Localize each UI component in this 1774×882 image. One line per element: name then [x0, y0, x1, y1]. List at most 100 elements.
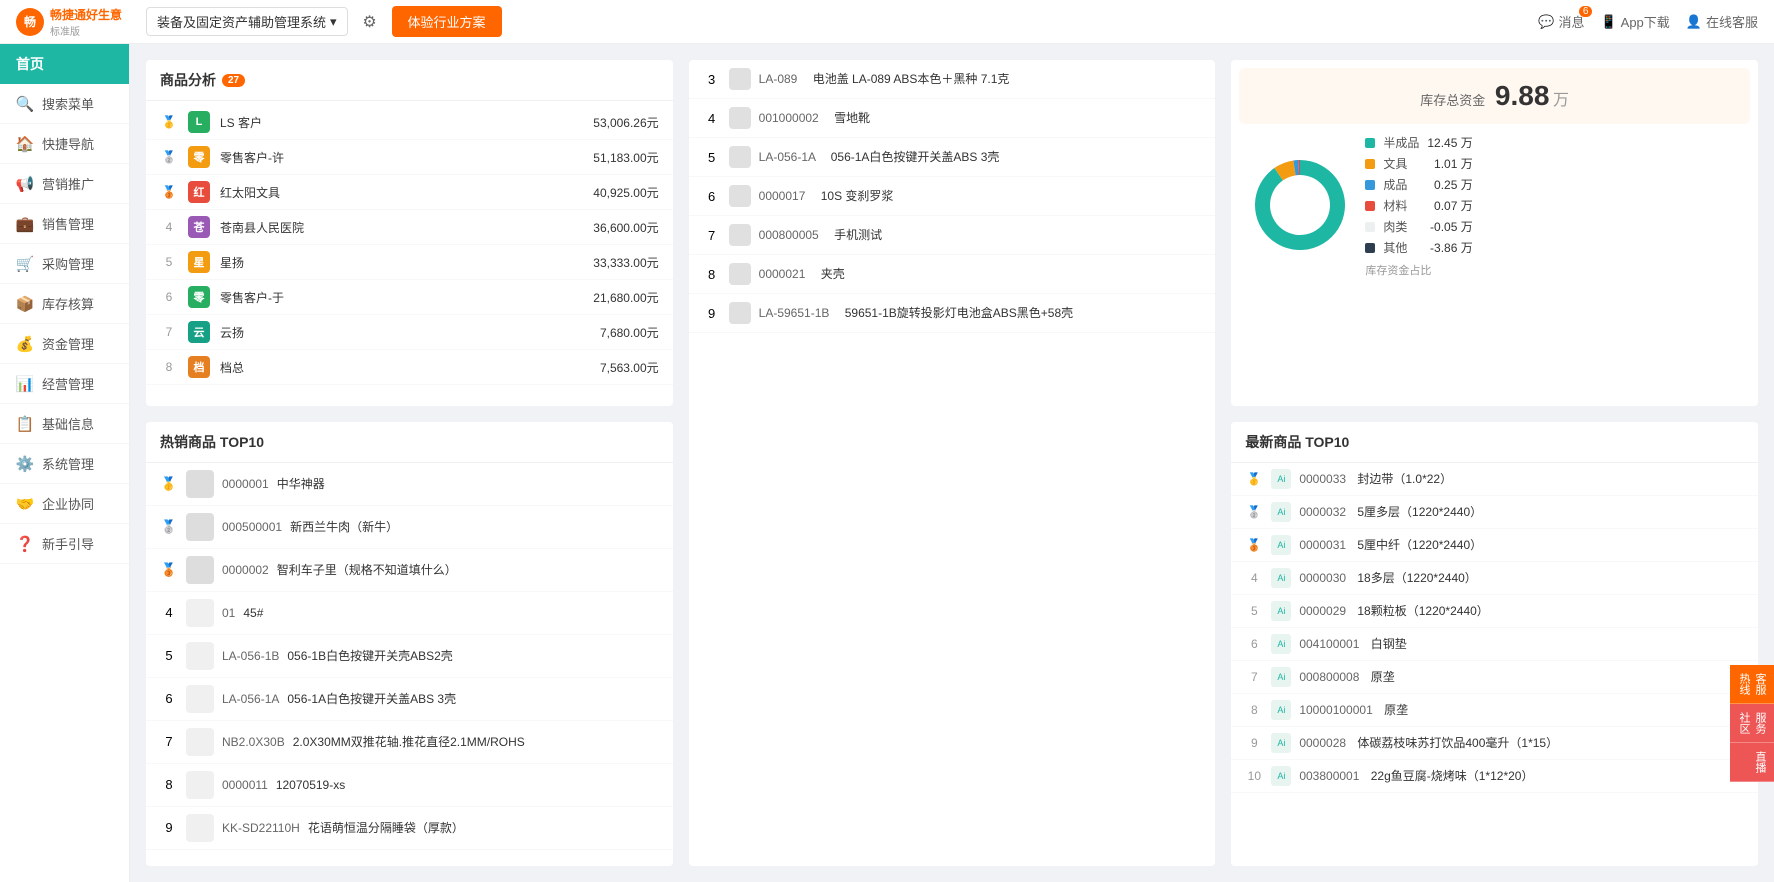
customer-item: 4 苍 苍南县人民医院 36,600.00元 — [146, 210, 673, 245]
home-icon: 🏠 — [16, 135, 34, 153]
product-thumbnail — [186, 513, 214, 541]
customer-item: 🥇 L LS 客户 53,006.26元 — [146, 105, 673, 140]
trial-button[interactable]: 体验行业方案 — [392, 6, 502, 37]
online-service-button[interactable]: 👤 在线客服 — [1686, 12, 1758, 31]
message-button[interactable]: 💬 消息 6 — [1538, 12, 1584, 31]
legend-value: 12.45 万 — [1427, 134, 1472, 151]
rank-number: 🥉 — [1245, 538, 1263, 552]
sidebar-item-operations[interactable]: 📊 经营管理 — [0, 364, 129, 404]
rank-number: 4 — [160, 220, 178, 234]
customer-amount: 7,680.00元 — [600, 324, 659, 341]
rank-number: 🥉 — [160, 562, 178, 578]
sidebar-item-search[interactable]: 🔍 搜索菜单 — [0, 84, 129, 124]
sales-icon: 💼 — [16, 215, 34, 233]
product-name: 花语萌恒温分隔睡袋（厚款） — [308, 819, 464, 836]
customer-amount: 7,563.00元 — [600, 359, 659, 376]
product-info: 0000021 夹壳 — [759, 265, 1202, 283]
sidebar-item-inventory[interactable]: 📦 库存核算 — [0, 284, 129, 324]
product-code: 003800001 — [1299, 769, 1359, 783]
rank-number: 7 — [1245, 670, 1263, 684]
guide-icon: ❓ — [16, 535, 34, 553]
new-product-item: 5 Ai 0000029 18颗粒板（1220*2440） — [1231, 595, 1758, 628]
legend-color-dot — [1365, 159, 1375, 169]
live-button[interactable]: 直播 — [1730, 743, 1774, 782]
rank-number: 3 — [703, 72, 721, 87]
legend-label: 材料 — [1383, 197, 1426, 214]
product-code: 000500001 — [222, 520, 282, 534]
popular-product-item: 5 LA-056-1A 056-1A白色按键开关盖ABS 3壳 — [689, 138, 1216, 177]
product-name: 22g鱼豆腐-烧烤味（1*12*20） — [1367, 767, 1533, 784]
sidebar-item-marketing[interactable]: 📢 营销推广 — [0, 164, 129, 204]
rank-number: 7 — [703, 228, 721, 243]
customers-list: 🥇 L LS 客户 53,006.26元 🥈 零 零售客户-许 51,183.0… — [146, 101, 673, 389]
rank-number: 9 — [160, 820, 178, 835]
hot-products-list: 🥇 0000001 中华神器 🥈 000500001 新西兰牛肉（新牛） 🥉 0… — [146, 463, 673, 850]
rank-number: 🥇 — [1245, 472, 1263, 486]
product-placeholder — [186, 771, 214, 799]
sidebar-item-finance[interactable]: 💰 资金管理 — [0, 324, 129, 364]
rank-number: 4 — [1245, 571, 1263, 585]
customer-item: 7 云 云扬 7,680.00元 — [146, 315, 673, 350]
product-code: 0000002 — [222, 563, 269, 577]
hot-products-header: 热销商品 TOP10 — [146, 422, 673, 463]
customer-amount: 21,680.00元 — [593, 289, 658, 306]
rank-number: 5 — [160, 255, 178, 269]
rank-number: 8 — [1245, 703, 1263, 717]
sidebar-item-sales[interactable]: 💼 销售管理 — [0, 204, 129, 244]
customer-name: 红太阳文具 — [220, 184, 583, 201]
finance-icon: 💰 — [16, 335, 34, 353]
rank-number: 4 — [703, 111, 721, 126]
sidebar-item-collab[interactable]: 🤝 企业协同 — [0, 484, 129, 524]
float-buttons: 客服热线 服务社区 直播 — [1730, 665, 1774, 782]
product-code: 10000100001 — [1299, 703, 1372, 717]
product-code: NB2.0X30B — [222, 735, 285, 749]
home-tab[interactable]: 首页 — [0, 44, 129, 84]
legend-label: 肉类 — [1383, 218, 1422, 235]
service-icon: 👤 — [1686, 14, 1702, 30]
product-image — [729, 302, 751, 324]
new-product-item: 🥈 Ai 0000032 5厘多层（1220*2440） — [1231, 496, 1758, 529]
legend-item: 文具 1.01 万 — [1365, 153, 1472, 174]
customer-service-button[interactable]: 客服热线 — [1730, 665, 1774, 704]
gear-button[interactable]: ⚙ — [356, 8, 384, 36]
new-products-header: 最新商品 TOP10 — [1231, 422, 1758, 463]
customer-amount: 51,183.00元 — [593, 149, 658, 166]
hot-products-panel: 热销商品 TOP10 🥇 0000001 中华神器 🥈 000500001 新西… — [146, 422, 673, 867]
product-name: 5厘中纤（1220*2440） — [1354, 536, 1482, 553]
product-name: 原垄 — [1367, 668, 1394, 685]
system-selector[interactable]: 装备及固定资产辅助管理系统 ▾ — [146, 7, 348, 36]
product-code: LA-056-1A — [222, 692, 279, 706]
sidebar-item-system[interactable]: ⚙️ 系统管理 — [0, 444, 129, 484]
sidebar-item-guide[interactable]: ❓ 新手引导 — [0, 524, 129, 564]
product-image — [729, 185, 751, 207]
hot-product-item: 🥉 0000002 智利车子里（规格不知道填什么） — [146, 549, 673, 592]
product-code: 0000033 — [1299, 472, 1346, 486]
new-product-item: 7 Ai 000800008 原垄 — [1231, 661, 1758, 694]
customer-name: 零售客户-于 — [220, 289, 583, 306]
product-name: 新西兰牛肉（新牛） — [290, 518, 398, 535]
customer-item: 🥉 红 红太阳文具 40,925.00元 — [146, 175, 673, 210]
new-products-list: 🥇 Ai 0000033 封边带（1.0*22） 🥈 Ai 0000032 5厘… — [1231, 463, 1758, 793]
hot-product-item: 9 KK-SD22110H 花语萌恒温分隔睡袋（厚款） — [146, 807, 673, 850]
sidebar-item-purchase[interactable]: 🛒 采购管理 — [0, 244, 129, 284]
sidebar-item-basic-info[interactable]: 📋 基础信息 — [0, 404, 129, 444]
customer-amount: 40,925.00元 — [593, 184, 658, 201]
customer-avatar: 红 — [188, 181, 210, 203]
product-info: 000800005 手机测试 — [759, 226, 1202, 244]
legend-color-dot — [1365, 180, 1375, 190]
customer-avatar: 零 — [188, 286, 210, 308]
new-product-item: 🥉 Ai 0000031 5厘中纤（1220*2440） — [1231, 529, 1758, 562]
new-products-panel: 最新商品 TOP10 🥇 Ai 0000033 封边带（1.0*22） 🥈 Ai… — [1231, 422, 1758, 867]
customer-avatar: 零 — [188, 146, 210, 168]
product-thumbnail: Ai — [1271, 502, 1291, 522]
sidebar-item-quicknav[interactable]: 🏠 快捷导航 — [0, 124, 129, 164]
inventory-total-label: 库存总资金 9.88 万 — [1251, 80, 1738, 112]
app-download-button[interactable]: 📱 App下载 — [1600, 12, 1669, 31]
product-placeholder — [186, 814, 214, 842]
customer-amount: 53,006.26元 — [593, 114, 658, 131]
product-code: 0000030 — [1299, 571, 1346, 585]
service-community-button[interactable]: 服务社区 — [1730, 704, 1774, 743]
product-name: 体碳荔枝味苏打饮品400毫升（1*15） — [1354, 734, 1558, 751]
customer-name: 档总 — [220, 359, 590, 376]
new-product-item: 8 Ai 10000100001 原垄 — [1231, 694, 1758, 727]
